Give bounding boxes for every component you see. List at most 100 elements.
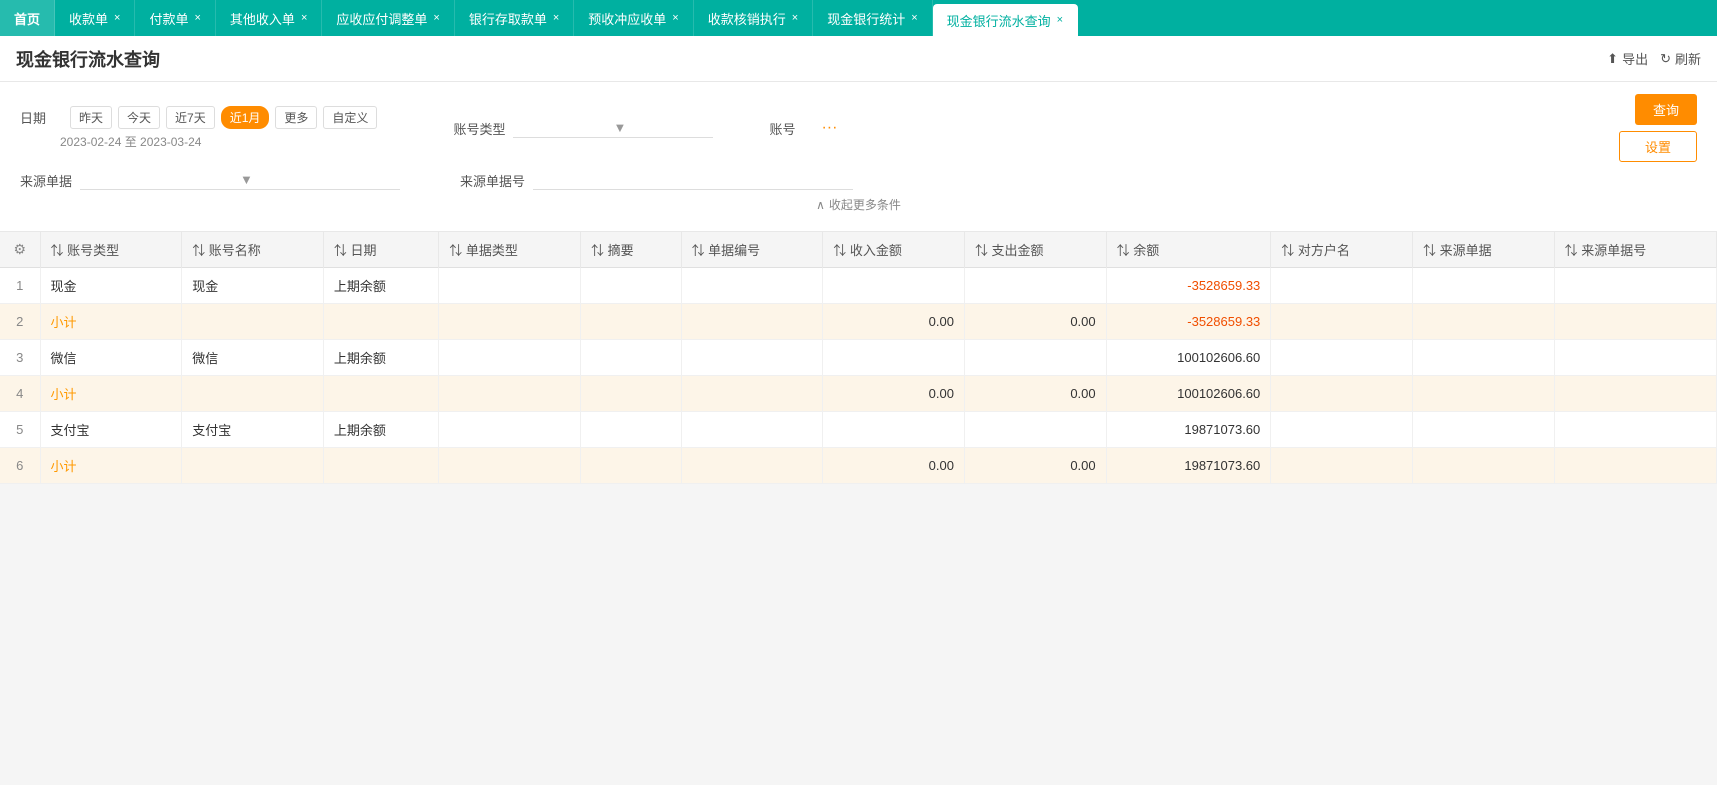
source-doc-no-input[interactable] <box>533 170 853 190</box>
col-account-name[interactable]: ⇅ 账号名称 <box>182 232 324 268</box>
page-title: 现金银行流水查询 <box>16 46 160 72</box>
query-button[interactable]: 查询 <box>1635 94 1697 125</box>
close-cashflow-icon[interactable]: × <box>1057 14 1063 26</box>
col-income[interactable]: ⇅ 收入金额 <box>823 232 965 268</box>
date-btn-more[interactable]: 更多 <box>275 106 317 129</box>
table-container: ⚙ ⇅ 账号类型 ⇅ 账号名称 ⇅ 日期 ⇅ 单据类型 ⇅ 摘要 <box>0 232 1717 484</box>
cell-source-doc-no <box>1554 448 1716 484</box>
cell-source-doc-no <box>1554 376 1716 412</box>
nav-payment[interactable]: 付款单 × <box>135 0 215 36</box>
account-type-label: 账号类型 <box>453 119 505 138</box>
data-table: ⚙ ⇅ 账号类型 ⇅ 账号名称 ⇅ 日期 ⇅ 单据类型 ⇅ 摘要 <box>0 232 1717 484</box>
cell-balance: 100102606.60 <box>1106 340 1271 376</box>
settings-button[interactable]: 设置 <box>1619 131 1697 162</box>
cell-doc-type <box>439 448 581 484</box>
col-doc-type[interactable]: ⇅ 单据类型 <box>439 232 581 268</box>
cell-index: 1 <box>0 268 40 304</box>
close-bank-icon[interactable]: × <box>553 12 559 24</box>
cell-summary <box>580 268 681 304</box>
cell-income: 0.00 <box>823 448 965 484</box>
cell-income <box>823 268 965 304</box>
cell-source-doc-no <box>1554 304 1716 340</box>
close-other-income-icon[interactable]: × <box>301 12 307 24</box>
cell-counterparty <box>1271 376 1413 412</box>
col-source-doc-no-label: ⇅ 来源单据号 <box>1565 243 1647 258</box>
close-ar-ap-icon[interactable]: × <box>433 12 439 24</box>
nav-bank-deposit[interactable]: 银行存取款单 × <box>455 0 574 36</box>
collapse-bar[interactable]: ∧ 收起更多条件 <box>20 190 1697 219</box>
date-btn-1month[interactable]: 近1月 <box>221 106 270 129</box>
cell-doc-no <box>681 268 823 304</box>
date-label: 日期 <box>20 108 60 127</box>
cell-expense <box>964 268 1106 304</box>
nav-cash-stat[interactable]: 现金银行统计 × <box>813 0 932 36</box>
cell-source-doc-no <box>1554 412 1716 448</box>
cell-date <box>323 304 438 340</box>
source-doc-no-label: 来源单据号 <box>460 171 525 190</box>
source-doc-filter: 来源单据 ▼ <box>20 170 400 190</box>
cell-source-doc <box>1412 448 1554 484</box>
col-expense[interactable]: ⇅ 支出金额 <box>964 232 1106 268</box>
table-row: 1 现金 现金 上期余额 -3528659.33 <box>0 268 1717 304</box>
date-btn-7days[interactable]: 近7天 <box>166 106 215 129</box>
col-doc-no[interactable]: ⇅ 单据编号 <box>681 232 823 268</box>
table-row: 4 小计 0.00 0.00 100102606.60 <box>0 376 1717 412</box>
col-summary[interactable]: ⇅ 摘要 <box>580 232 681 268</box>
cell-index: 4 <box>0 376 40 412</box>
close-payment-icon[interactable]: × <box>194 12 200 24</box>
date-btn-yesterday[interactable]: 昨天 <box>70 106 112 129</box>
refresh-button[interactable]: ↻ 刷新 <box>1660 49 1701 68</box>
table-header: ⚙ ⇅ 账号类型 ⇅ 账号名称 ⇅ 日期 ⇅ 单据类型 ⇅ 摘要 <box>0 232 1717 268</box>
nav-receipt[interactable]: 收款单 × <box>55 0 135 36</box>
nav-prepay-offset[interactable]: 预收冲应收单 × <box>574 0 693 36</box>
cell-date <box>323 448 438 484</box>
nav-ar-ap-adjust[interactable]: 应收应付调整单 × <box>322 0 454 36</box>
nav-cash-flow[interactable]: 现金银行流水查询 × <box>933 4 1078 36</box>
cell-account-type: 小计 <box>40 376 182 412</box>
account-dots-icon[interactable]: ··· <box>821 119 837 137</box>
col-income-label: ⇅ 收入金额 <box>833 243 902 258</box>
source-doc-select[interactable]: ▼ <box>80 170 400 190</box>
cell-balance: -3528659.33 <box>1106 268 1271 304</box>
col-gear[interactable]: ⚙ <box>0 232 40 268</box>
col-source-doc-no[interactable]: ⇅ 来源单据号 <box>1554 232 1716 268</box>
filter-row-1: 日期 昨天 今天 近7天 近1月 更多 自定义 2023-02-24 至 202… <box>20 94 1697 162</box>
col-account-type[interactable]: ⇅ 账号类型 <box>40 232 182 268</box>
cell-summary <box>580 340 681 376</box>
date-btn-custom[interactable]: 自定义 <box>323 106 377 129</box>
cell-account-type: 小计 <box>40 448 182 484</box>
col-account-type-label: ⇅ 账号类型 <box>51 243 120 258</box>
header-actions: ⬆ 导出 ↻ 刷新 <box>1607 49 1701 68</box>
col-source-doc[interactable]: ⇅ 来源单据 <box>1412 232 1554 268</box>
cell-source-doc <box>1412 340 1554 376</box>
date-btn-today[interactable]: 今天 <box>118 106 160 129</box>
gear-icon[interactable]: ⚙ <box>13 241 26 257</box>
close-writeoff-icon[interactable]: × <box>792 12 798 24</box>
close-cashstat-icon[interactable]: × <box>911 12 917 24</box>
export-icon: ⬆ <box>1607 51 1618 67</box>
col-date[interactable]: ⇅ 日期 <box>323 232 438 268</box>
col-balance[interactable]: ⇅ 余额 <box>1106 232 1271 268</box>
col-counterparty[interactable]: ⇅ 对方户名 <box>1271 232 1413 268</box>
account-type-select[interactable]: ▼ <box>513 118 713 138</box>
export-button[interactable]: ⬆ 导出 <box>1607 49 1648 68</box>
nav-home[interactable]: 首页 <box>0 0 55 36</box>
cell-account-name <box>182 304 324 340</box>
cell-index: 6 <box>0 448 40 484</box>
cell-income <box>823 340 965 376</box>
cell-index: 3 <box>0 340 40 376</box>
close-prepay-icon[interactable]: × <box>672 12 678 24</box>
cell-balance: -3528659.33 <box>1106 304 1271 340</box>
col-balance-label: ⇅ 余额 <box>1117 243 1160 258</box>
close-receipt-icon[interactable]: × <box>114 12 120 24</box>
nav-other-income[interactable]: 其他收入单 × <box>216 0 322 36</box>
cell-source-doc <box>1412 268 1554 304</box>
cell-summary <box>580 412 681 448</box>
col-summary-label: ⇅ 摘要 <box>591 243 634 258</box>
cell-account-name <box>182 448 324 484</box>
col-counterparty-label: ⇅ 对方户名 <box>1281 243 1350 258</box>
cell-expense: 0.00 <box>964 376 1106 412</box>
source-doc-no-filter: 来源单据号 <box>460 170 853 190</box>
nav-write-off[interactable]: 收款核销执行 × <box>694 0 813 36</box>
cell-summary <box>580 448 681 484</box>
